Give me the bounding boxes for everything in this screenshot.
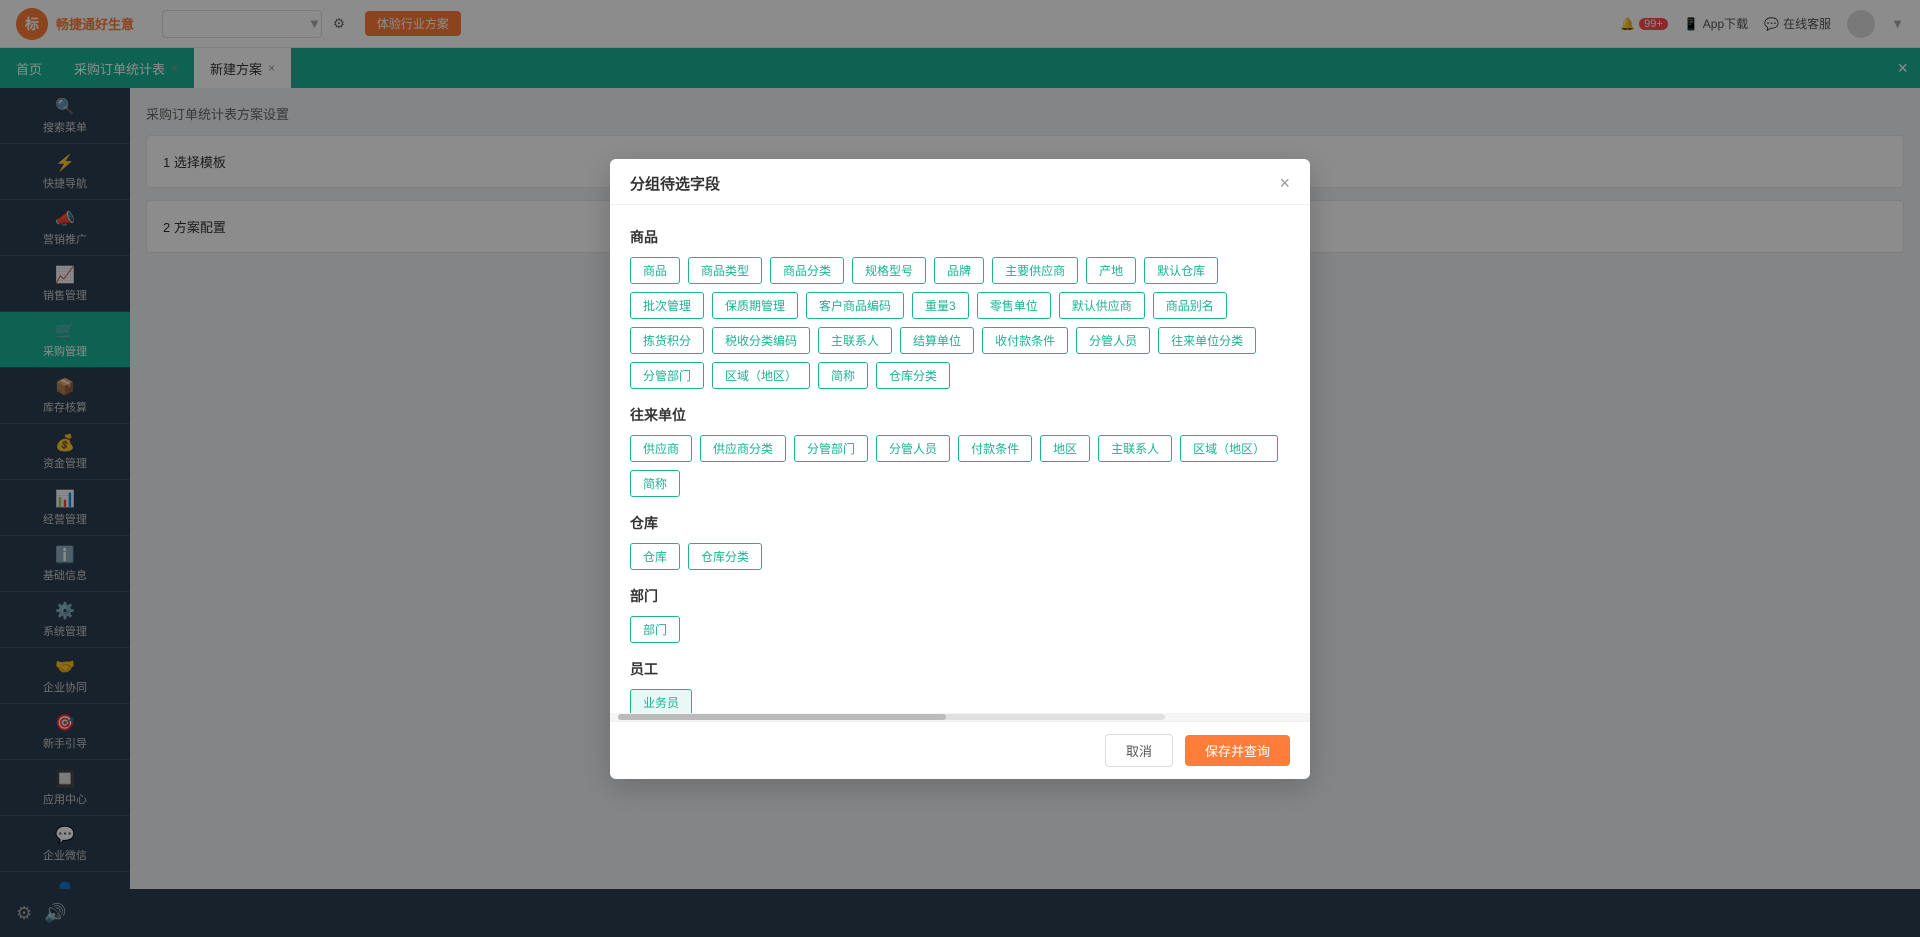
chip-warehouse-cat[interactable]: 仓库分类 xyxy=(688,543,762,570)
chip-retail-unit[interactable]: 零售单位 xyxy=(977,292,1051,319)
chip-settlement-unit[interactable]: 结算单位 xyxy=(900,327,974,354)
chip-default-supplier[interactable]: 默认供应商 xyxy=(1059,292,1145,319)
cancel-button[interactable]: 取消 xyxy=(1105,734,1173,767)
modal-footer: 取消 保存并查询 xyxy=(610,721,1310,779)
chip-pick-points[interactable]: 拣货积分 xyxy=(630,327,704,354)
chip-main-contact2[interactable]: 主联系人 xyxy=(1098,435,1172,462)
section-goods: 商品 商品 商品类型 商品分类 规格型号 品牌 主要供应商 产地 默认仓库 批次… xyxy=(630,227,1290,389)
chip-dept-mgmt[interactable]: 分管部门 xyxy=(630,362,704,389)
chip-warehouse[interactable]: 仓库 xyxy=(630,543,680,570)
chip-shelf-life-mgmt[interactable]: 保质期管理 xyxy=(712,292,798,319)
section-warehouse-chips: 仓库 仓库分类 xyxy=(630,543,1290,570)
section-counterpart-title: 往来单位 xyxy=(630,405,1290,425)
chip-tax-category-code[interactable]: 税收分类编码 xyxy=(712,327,810,354)
chip-goods-category[interactable]: 商品分类 xyxy=(770,257,844,284)
chip-area[interactable]: 地区 xyxy=(1040,435,1090,462)
chip-payment-terms[interactable]: 收付款条件 xyxy=(982,327,1068,354)
chip-supplier-category[interactable]: 供应商分类 xyxy=(700,435,786,462)
section-counterpart: 往来单位 供应商 供应商分类 分管部门 分管人员 付款条件 地区 主联系人 区域… xyxy=(630,405,1290,497)
chip-supplier[interactable]: 供应商 xyxy=(630,435,692,462)
modal-body: 商品 商品 商品类型 商品分类 规格型号 品牌 主要供应商 产地 默认仓库 批次… xyxy=(610,205,1310,713)
chip-main-contact[interactable]: 主联系人 xyxy=(818,327,892,354)
chip-abbr2[interactable]: 简称 xyxy=(630,470,680,497)
chip-region2[interactable]: 区域（地区） xyxy=(1180,435,1278,462)
section-dept-title: 部门 xyxy=(630,586,1290,606)
section-dept-chips: 部门 xyxy=(630,616,1290,643)
chip-spec-model[interactable]: 规格型号 xyxy=(852,257,926,284)
chip-main-supplier[interactable]: 主要供应商 xyxy=(992,257,1078,284)
chip-region[interactable]: 区域（地区） xyxy=(712,362,810,389)
section-goods-chips: 商品 商品类型 商品分类 规格型号 品牌 主要供应商 产地 默认仓库 批次管理 … xyxy=(630,257,1290,389)
modal-header: 分组待选字段 × xyxy=(610,159,1310,205)
section-dept: 部门 部门 xyxy=(630,586,1290,643)
chip-goods-alias[interactable]: 商品别名 xyxy=(1153,292,1227,319)
chip-dept[interactable]: 部门 xyxy=(630,616,680,643)
modal-close-button[interactable]: × xyxy=(1279,173,1290,194)
section-goods-title: 商品 xyxy=(630,227,1290,247)
chip-supervisor2[interactable]: 分管人员 xyxy=(876,435,950,462)
modal-title: 分组待选字段 xyxy=(630,173,720,194)
save-button[interactable]: 保存并查询 xyxy=(1185,735,1290,766)
chip-batch-mgmt[interactable]: 批次管理 xyxy=(630,292,704,319)
modal-hscrollbar[interactable] xyxy=(610,713,1310,721)
chip-weight3[interactable]: 重量3 xyxy=(912,292,969,319)
chip-customer-goods-code[interactable]: 客户商品编码 xyxy=(806,292,904,319)
section-employee: 员工 业务员 xyxy=(630,659,1290,713)
chip-supervisor[interactable]: 分管人员 xyxy=(1076,327,1150,354)
chip-brand[interactable]: 品牌 xyxy=(934,257,984,284)
section-warehouse-title: 仓库 xyxy=(630,513,1290,533)
chip-default-warehouse[interactable]: 默认仓库 xyxy=(1144,257,1218,284)
section-employee-chips: 业务员 xyxy=(630,689,1290,713)
chip-payment-condition[interactable]: 付款条件 xyxy=(958,435,1032,462)
chip-goods-type[interactable]: 商品类型 xyxy=(688,257,762,284)
chip-counterpart-category[interactable]: 往来单位分类 xyxy=(1158,327,1256,354)
chip-salesperson[interactable]: 业务员 xyxy=(630,689,692,713)
modal-dialog: 分组待选字段 × 商品 商品 商品类型 商品分类 规格型号 品牌 主要供应商 产… xyxy=(610,159,1310,779)
chip-dept-mgmt2[interactable]: 分管部门 xyxy=(794,435,868,462)
section-employee-title: 员工 xyxy=(630,659,1290,679)
chip-abbr[interactable]: 简称 xyxy=(818,362,868,389)
chip-warehouse-category[interactable]: 仓库分类 xyxy=(876,362,950,389)
section-warehouse: 仓库 仓库 仓库分类 xyxy=(630,513,1290,570)
section-counterpart-chips: 供应商 供应商分类 分管部门 分管人员 付款条件 地区 主联系人 区域（地区） … xyxy=(630,435,1290,497)
chip-goods[interactable]: 商品 xyxy=(630,257,680,284)
chip-origin[interactable]: 产地 xyxy=(1086,257,1136,284)
modal-overlay: 分组待选字段 × 商品 商品 商品类型 商品分类 规格型号 品牌 主要供应商 产… xyxy=(0,0,1920,937)
